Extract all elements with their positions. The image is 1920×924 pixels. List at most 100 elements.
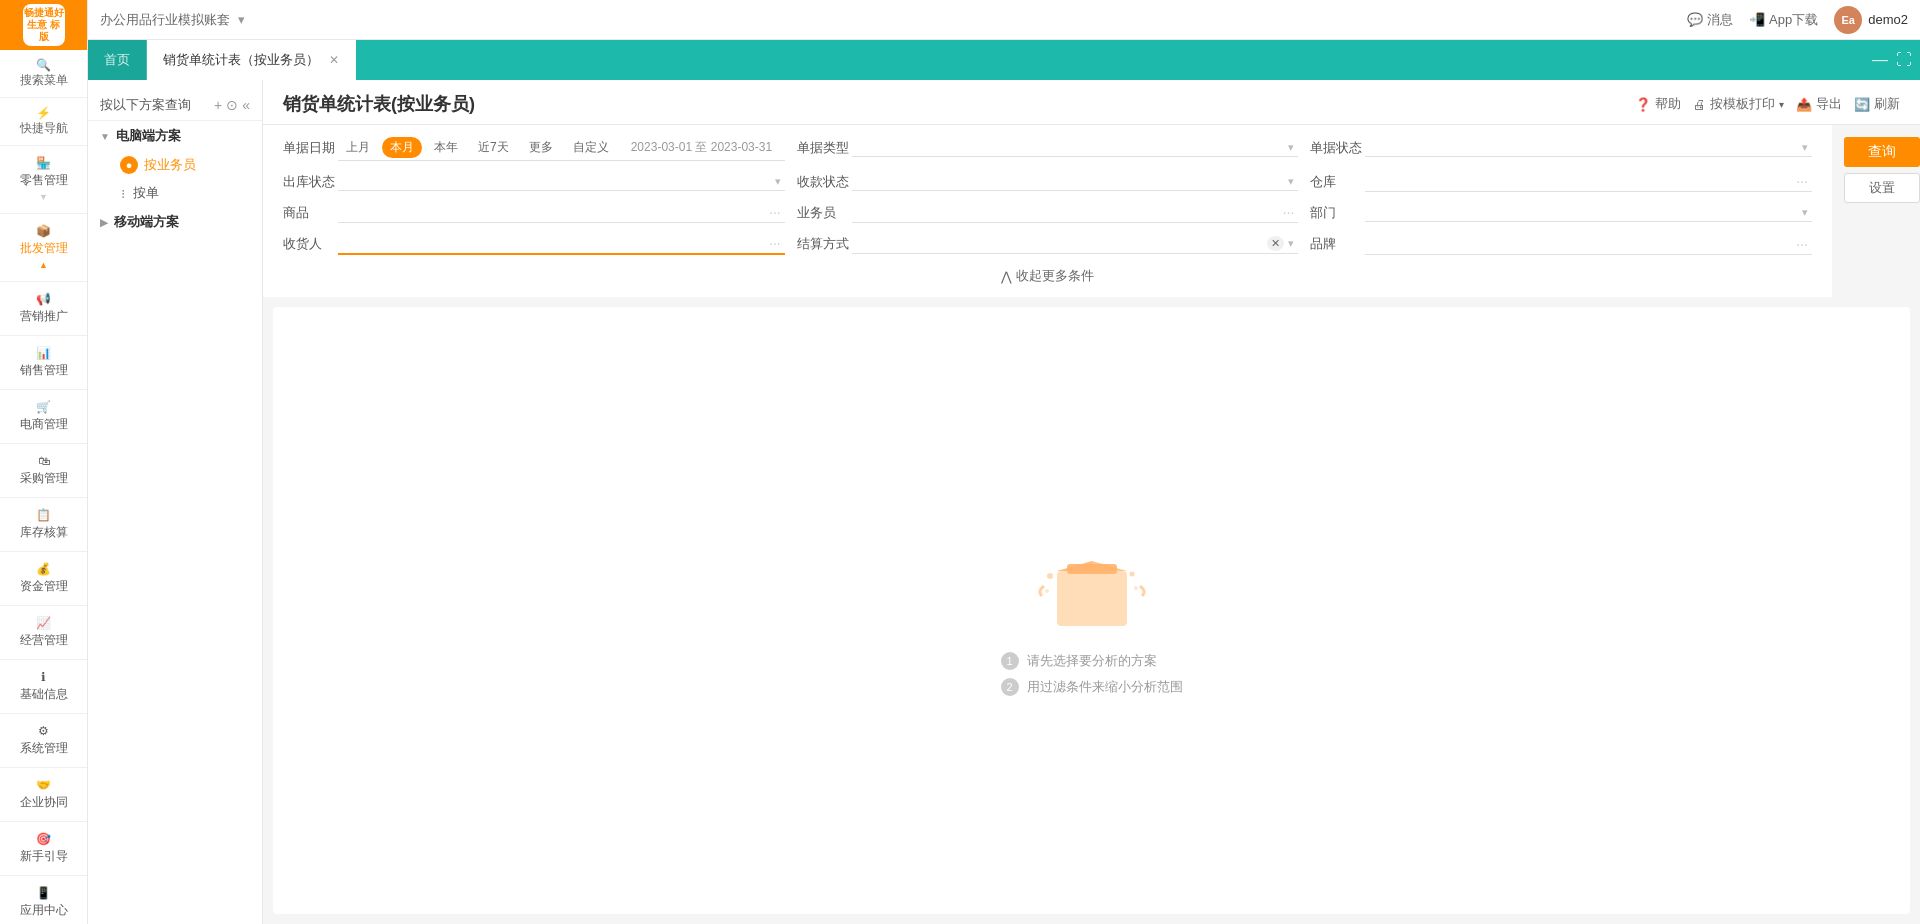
date-tab-more[interactable]: 更多 [521, 137, 561, 158]
date-tab-this-month[interactable]: 本月 [382, 137, 422, 158]
export-button[interactable]: 📤 导出 [1796, 95, 1842, 113]
date-tab-last-7-days[interactable]: 近7天 [470, 137, 517, 158]
topbar-right: 💬 消息 📲 App下载 Ea demo2 [1687, 6, 1908, 34]
tree-section-label: 移动端方案 [114, 213, 179, 231]
tab-close-icon[interactable]: ✕ [329, 53, 339, 67]
goods-select[interactable]: ··· [338, 202, 785, 223]
sidebar-item-retail[interactable]: 🏪 零售管理 ▼ [0, 146, 87, 214]
tab-maximize-icon[interactable]: ⛶ [1896, 51, 1912, 69]
sidebar-item-quicknav[interactable]: ⚡ 快捷导航 [0, 98, 87, 146]
operations-icon: 📈 [4, 616, 83, 630]
tab-sales-report[interactable]: 销货单统计表（按业务员） ✕ [147, 40, 356, 80]
data-area: 1 请先选择要分析的方案 2 用过滤条件来缩小分析范围 [273, 307, 1910, 914]
sidebar-item-label: 采购管理 [4, 470, 83, 487]
sidebar-item-operations[interactable]: 📈 经营管理 [0, 606, 87, 660]
brand-select[interactable]: ··· [1365, 234, 1812, 255]
sidebar-item-wholesale[interactable]: 📦 批发管理 ▲ [0, 214, 87, 282]
order-status-select[interactable]: ▾ [1365, 139, 1812, 157]
topbar-app-download[interactable]: 📲 App下载 [1749, 11, 1818, 29]
svg-rect-1 [1067, 564, 1117, 574]
search-icon: 🔍 [4, 58, 83, 72]
topbar-title: 办公用品行业模拟账套 [100, 11, 230, 29]
tabbar: 首页 销货单统计表（按业务员） ✕ — ⛶ [88, 40, 1920, 80]
payment-select[interactable]: ▾ [852, 173, 1299, 191]
sidebar-item-label: 销售管理 [4, 362, 83, 379]
sidebar-item-sales[interactable]: 📊 销售管理 [0, 336, 87, 390]
sidebar-item-purchase[interactable]: 🛍 采购管理 [0, 444, 87, 498]
shipment-select[interactable]: ▾ [338, 173, 785, 191]
tree-section-pc[interactable]: ▼ 电脑端方案 [88, 121, 262, 151]
collapse-button[interactable]: ⋀ 收起更多条件 [1001, 267, 1094, 285]
settlement-select[interactable]: ✕ ▾ [852, 234, 1299, 254]
print-label: 按模板打印 [1710, 95, 1775, 113]
date-tabs: 上月 本月 本年 近7天 更多 自定义 [338, 137, 617, 158]
dept-select[interactable]: ▾ [1365, 204, 1812, 222]
sidebar-item-label: 系统管理 [4, 740, 83, 757]
add-scheme-icon[interactable]: + [214, 97, 222, 113]
empty-illustration [1032, 526, 1152, 636]
date-tab-last-month[interactable]: 上月 [338, 137, 378, 158]
date-tab-custom[interactable]: 自定义 [565, 137, 617, 158]
sidebar-item-collab[interactable]: 🤝 企业协同 [0, 768, 87, 822]
tree-section-mobile[interactable]: ▶ 移动端方案 [88, 207, 262, 237]
guide-icon: 🎯 [4, 832, 83, 846]
setting-button[interactable]: 设置 [1844, 173, 1920, 203]
consignee-label: 收货人 [283, 235, 338, 253]
topbar-message[interactable]: 💬 消息 [1687, 11, 1733, 29]
basic-info-icon: ℹ [4, 670, 83, 684]
collapse-label: 收起更多条件 [1016, 267, 1094, 285]
collapse-panel-icon[interactable]: « [242, 97, 250, 113]
consignee-dots: ··· [769, 235, 781, 251]
collapse-row: ⋀ 收起更多条件 [283, 261, 1812, 291]
help-button[interactable]: ❓ 帮助 [1635, 95, 1681, 113]
date-tab-this-year[interactable]: 本年 [426, 137, 466, 158]
sidebar-item-label: 零售管理 [4, 172, 83, 189]
sidebar-item-basic-info[interactable]: ℹ 基础信息 [0, 660, 87, 714]
refresh-button[interactable]: 🔄 刷新 [1854, 95, 1900, 113]
consignee-input[interactable]: ··· [338, 233, 785, 255]
topbar-dropdown-icon[interactable]: ▾ [238, 12, 245, 27]
page-actions: ❓ 帮助 🖨 按模板打印 ▾ 📤 导出 🔄 [1635, 95, 1900, 113]
topbar-user[interactable]: Ea demo2 [1834, 6, 1908, 34]
sidebar-item-label: 经营管理 [4, 632, 83, 649]
sidebar-item-finance[interactable]: 💰 资金管理 [0, 552, 87, 606]
sidebar-item-inventory[interactable]: 📋 库存核算 [0, 498, 87, 552]
sidebar-item-app-center[interactable]: 📱 应用中心 [0, 876, 87, 924]
tree-item-by-salesperson[interactable]: ● 按业务员 [108, 151, 262, 179]
tip-text-2: 用过滤条件来缩小分析范围 [1027, 678, 1183, 696]
edit-scheme-icon[interactable]: ⊙ [226, 97, 238, 113]
retail-icon: 🏪 [4, 156, 83, 170]
sidebar-item-label: 新手引导 [4, 848, 83, 865]
goods-dots: ··· [769, 204, 781, 220]
settlement-label: 结算方式 [797, 235, 852, 253]
tree-item-by-order[interactable]: ⫶ 按单 [108, 179, 262, 207]
left-panel-header: 按以下方案查询 + ⊙ « [88, 90, 262, 121]
quicknav-icon: ⚡ [4, 106, 83, 120]
template-print-button[interactable]: 🖨 按模板打印 ▾ [1693, 95, 1784, 113]
sidebar-item-label: 批发管理 [4, 240, 83, 257]
svg-point-3 [1045, 589, 1049, 593]
inventory-icon: 📋 [4, 508, 83, 522]
app-download-icon: 📲 [1749, 12, 1765, 27]
query-button[interactable]: 查询 [1844, 137, 1920, 167]
app-logo: 畅捷通好生意 标版 [0, 0, 87, 50]
date-range: 2023-03-01 至 2023-03-31 [631, 139, 772, 156]
sidebar-item-guide[interactable]: 🎯 新手引导 [0, 822, 87, 876]
filter-section: 单据日期 上月 本月 本年 近7天 更多 自定义 [263, 125, 1920, 297]
sidebar-item-search[interactable]: 🔍 搜索菜单 [0, 50, 87, 98]
date-label: 单据日期 [283, 139, 338, 157]
page-content: 按以下方案查询 + ⊙ « ▼ 电脑端方案 ● 按业务员 [88, 80, 1920, 924]
settlement-clear-icon[interactable]: ✕ [1267, 236, 1284, 251]
warehouse-select[interactable]: ··· [1365, 171, 1812, 192]
sidebar-item-system[interactable]: ⚙ 系统管理 [0, 714, 87, 768]
salesperson-select[interactable]: ··· [852, 202, 1299, 223]
tab-home[interactable]: 首页 [88, 40, 147, 80]
order-type-select[interactable]: ▾ [852, 139, 1299, 157]
svg-rect-0 [1057, 571, 1127, 626]
tip-num-1: 1 [1001, 652, 1019, 670]
tree-item-label: 按单 [133, 184, 159, 202]
tree-item-label: 按业务员 [144, 156, 196, 174]
sidebar-item-marketing[interactable]: 📢 营销推广 [0, 282, 87, 336]
tab-minimize-icon[interactable]: — [1872, 51, 1888, 69]
sidebar-item-ecommerce[interactable]: 🛒 电商管理 [0, 390, 87, 444]
